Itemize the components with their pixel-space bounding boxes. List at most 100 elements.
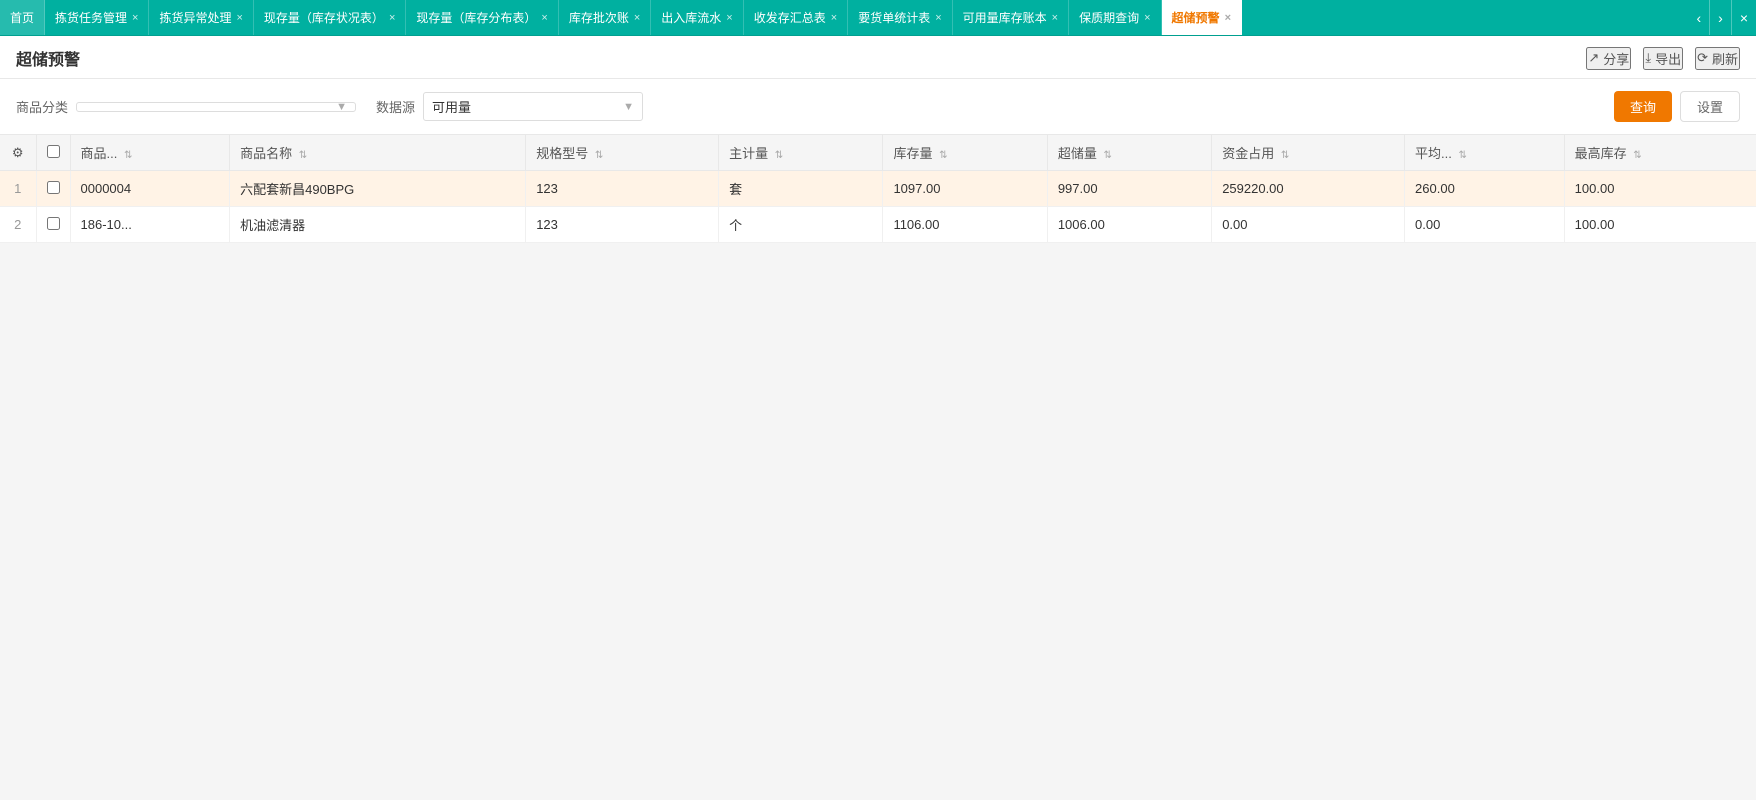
- row-overstock: 1006.00: [1047, 207, 1211, 243]
- refresh-button[interactable]: ⟳ 刷新: [1695, 47, 1740, 70]
- row-name: 机油滤清器: [230, 207, 526, 243]
- col-unit[interactable]: 主计量 ⇅: [719, 135, 883, 171]
- col-avg[interactable]: 平均... ⇅: [1405, 135, 1565, 171]
- row-avg: 0.00: [1405, 207, 1565, 243]
- nav-item-summary[interactable]: 收发存汇总表 ×: [744, 0, 848, 35]
- sort-capital-icon: ⇅: [1281, 150, 1289, 161]
- col-stock[interactable]: 库存量 ⇅: [883, 135, 1047, 171]
- nav-item-requisition[interactable]: 要货单统计表 ×: [848, 0, 952, 35]
- page-title: 超储预警: [16, 46, 80, 70]
- row-max-stock: 100.00: [1564, 207, 1756, 243]
- close-tab-requisition[interactable]: ×: [935, 12, 941, 24]
- select-all-checkbox[interactable]: [47, 145, 60, 158]
- filter-datasource: 数据源 可用量 ▼: [376, 92, 643, 121]
- nav-prev-arrow[interactable]: ‹: [1688, 0, 1710, 36]
- table-row: 2 186-10... 机油滤清器 123 个 1106.00 1006.00 …: [0, 207, 1756, 243]
- close-tab-inventory-status[interactable]: ×: [389, 12, 395, 24]
- nav-item-task-mgmt[interactable]: 拣货任务管理 ×: [45, 0, 149, 35]
- row-stock: 1106.00: [883, 207, 1047, 243]
- row-num: 1: [0, 171, 36, 207]
- row-avg: 260.00: [1405, 171, 1565, 207]
- top-nav: 首页 拣货任务管理 × 拣货异常处理 × 现存量（库存状况表） × 现存量（库存…: [0, 0, 1756, 36]
- close-tab-available[interactable]: ×: [1052, 12, 1058, 24]
- filter-category: 商品分类 ▼: [16, 97, 356, 116]
- sort-max-stock-icon: ⇅: [1633, 150, 1641, 161]
- row-capital: 259220.00: [1212, 171, 1405, 207]
- refresh-icon: ⟳: [1697, 50, 1708, 66]
- row-unit: 套: [719, 171, 883, 207]
- nav-item-expiry[interactable]: 保质期查询 ×: [1069, 0, 1161, 35]
- row-name: 六配套新昌490BPG: [230, 171, 526, 207]
- nav-item-inventory-status[interactable]: 现存量（库存状况表） ×: [254, 0, 406, 35]
- col-overstock[interactable]: 超储量 ⇅: [1047, 135, 1211, 171]
- row-unit: 个: [719, 207, 883, 243]
- sort-name-icon: ⇅: [299, 150, 307, 161]
- nav-arrows: ‹ › ×: [1688, 0, 1756, 36]
- col-settings[interactable]: ⚙: [0, 135, 36, 171]
- close-tab-task-mgmt[interactable]: ×: [132, 12, 138, 24]
- sort-avg-icon: ⇅: [1459, 150, 1467, 161]
- nav-item-flow[interactable]: 出入库流水 ×: [651, 0, 743, 35]
- settings-button[interactable]: 设置: [1680, 91, 1740, 122]
- query-button[interactable]: 查询: [1614, 91, 1672, 122]
- col-code[interactable]: 商品... ⇅: [70, 135, 230, 171]
- nav-more-arrow[interactable]: ×: [1732, 0, 1756, 36]
- table-row: 1 0000004 六配套新昌490BPG 123 套 1097.00 997.…: [0, 171, 1756, 207]
- export-button[interactable]: ⤓ 导出: [1643, 47, 1683, 70]
- nav-item-inventory-dist[interactable]: 现存量（库存分布表） ×: [406, 0, 558, 35]
- sort-overstock-icon: ⇅: [1103, 150, 1111, 161]
- col-capital[interactable]: 资金占用 ⇅: [1212, 135, 1405, 171]
- category-select-wrapper: ▼: [76, 102, 356, 112]
- category-dropdown-icon: ▼: [336, 101, 347, 113]
- row-spec: 123: [526, 207, 719, 243]
- share-button[interactable]: ↗ 分享: [1586, 47, 1631, 70]
- col-select-all[interactable]: [36, 135, 70, 171]
- row-spec: 123: [526, 171, 719, 207]
- row-checkbox-cell[interactable]: [36, 207, 70, 243]
- nav-item-batch[interactable]: 库存批次账 ×: [559, 0, 651, 35]
- table-container: ⚙ 商品... ⇅ 商品名称 ⇅ 规格型号 ⇅ 主计量: [0, 135, 1756, 243]
- nav-item-available[interactable]: 可用量库存账本 ×: [953, 0, 1069, 35]
- category-select[interactable]: ▼: [76, 102, 356, 112]
- row-checkbox-cell[interactable]: [36, 171, 70, 207]
- datasource-select[interactable]: 可用量 ▼: [423, 92, 643, 121]
- row-code: 186-10...: [70, 207, 230, 243]
- datasource-select-wrapper: 可用量 ▼: [423, 92, 643, 121]
- settings-gear-icon[interactable]: ⚙: [12, 145, 24, 160]
- row-num: 2: [0, 207, 36, 243]
- close-tab-summary[interactable]: ×: [831, 12, 837, 24]
- page-header: 超储预警 ↗ 分享 ⤓ 导出 ⟳ 刷新: [0, 36, 1756, 79]
- close-tab-batch[interactable]: ×: [634, 12, 640, 24]
- filter-bar: 商品分类 ▼ 数据源 可用量 ▼ 查询 设置: [0, 79, 1756, 135]
- datasource-select-value: 可用量: [432, 97, 471, 116]
- col-spec[interactable]: 规格型号 ⇅: [526, 135, 719, 171]
- export-icon: ⤓: [1645, 50, 1651, 66]
- nav-item-exception[interactable]: 拣货异常处理 ×: [149, 0, 253, 35]
- sort-spec-icon: ⇅: [595, 150, 603, 161]
- filter-actions: 查询 设置: [1614, 91, 1740, 122]
- col-max-stock[interactable]: 最高库存 ⇅: [1564, 135, 1756, 171]
- row-max-stock: 100.00: [1564, 171, 1756, 207]
- datasource-dropdown-icon: ▼: [623, 101, 634, 113]
- row-capital: 0.00: [1212, 207, 1405, 243]
- col-name[interactable]: 商品名称 ⇅: [230, 135, 526, 171]
- nav-item-home[interactable]: 首页: [0, 0, 45, 35]
- sort-unit-icon: ⇅: [775, 150, 783, 161]
- close-tab-inventory-dist[interactable]: ×: [541, 12, 547, 24]
- row-checkbox[interactable]: [47, 217, 60, 230]
- table-header-row: ⚙ 商品... ⇅ 商品名称 ⇅ 规格型号 ⇅ 主计量: [0, 135, 1756, 171]
- nav-item-overstock[interactable]: 超储预警 ×: [1162, 0, 1242, 35]
- header-actions: ↗ 分享 ⤓ 导出 ⟳ 刷新: [1586, 47, 1740, 70]
- row-stock: 1097.00: [883, 171, 1047, 207]
- close-tab-overstock[interactable]: ×: [1225, 12, 1231, 24]
- sort-stock-icon: ⇅: [939, 150, 947, 161]
- close-tab-exception[interactable]: ×: [236, 12, 242, 24]
- share-icon: ↗: [1588, 50, 1599, 66]
- nav-next-arrow[interactable]: ›: [1710, 0, 1732, 36]
- datasource-label: 数据源: [376, 97, 415, 116]
- close-tab-flow[interactable]: ×: [726, 12, 732, 24]
- row-code: 0000004: [70, 171, 230, 207]
- row-checkbox[interactable]: [47, 181, 60, 194]
- row-overstock: 997.00: [1047, 171, 1211, 207]
- close-tab-expiry[interactable]: ×: [1144, 12, 1150, 24]
